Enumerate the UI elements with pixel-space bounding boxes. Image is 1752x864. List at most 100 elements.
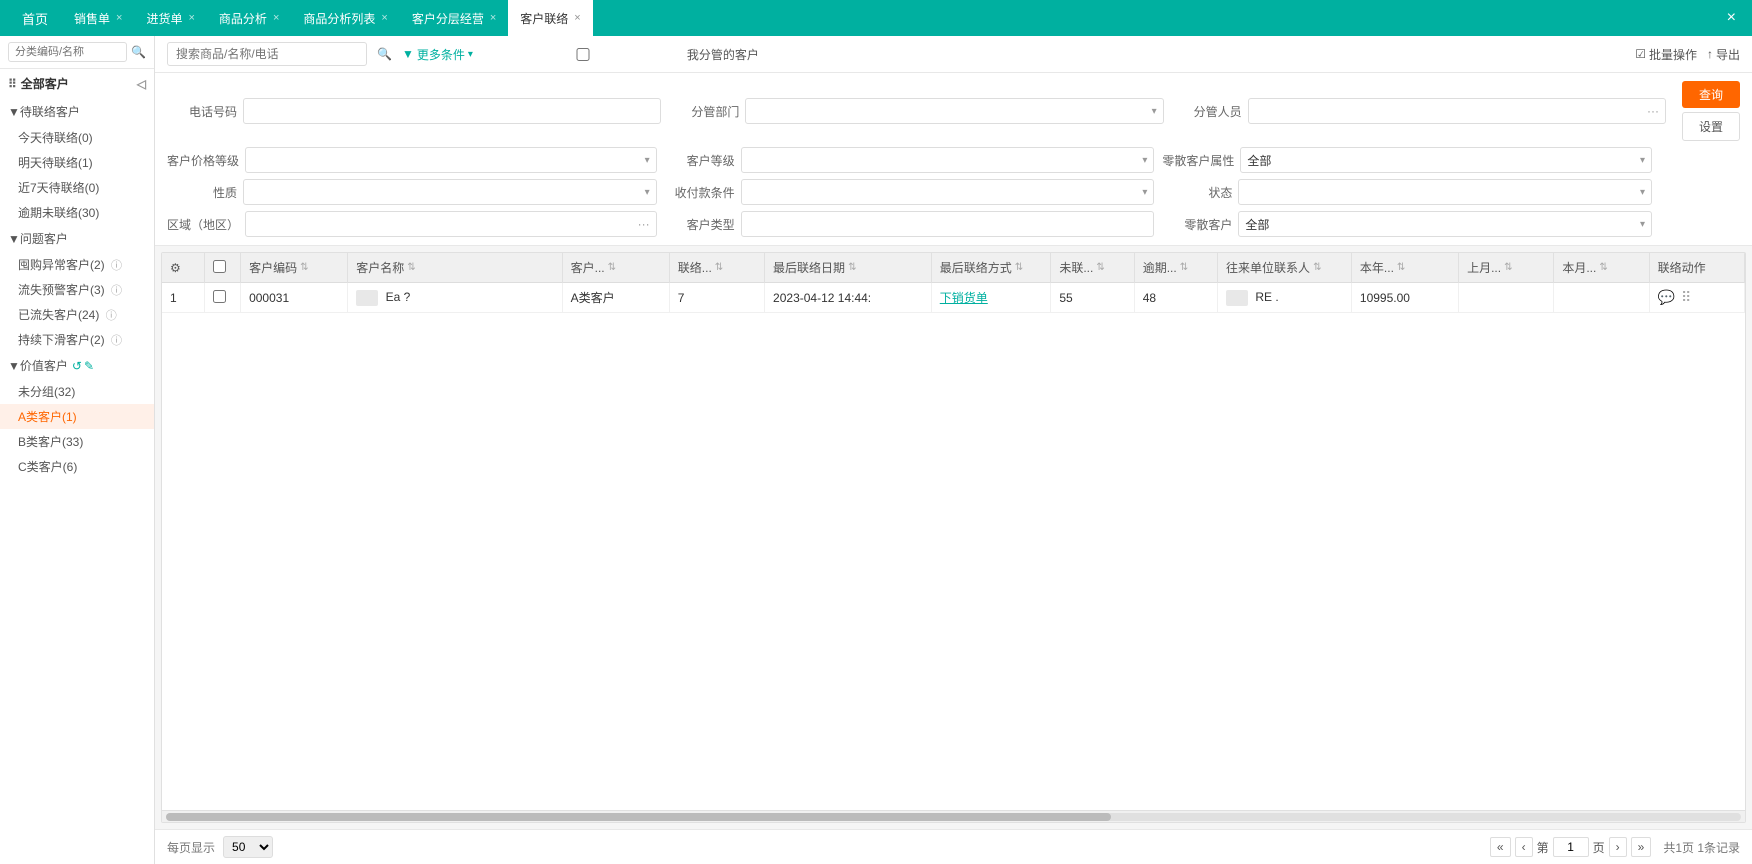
nav-tab-customer-contact[interactable]: 客户联络 × [508, 0, 592, 36]
next-page-btn[interactable]: › [1609, 837, 1627, 857]
col-uncontact[interactable]: 未联... ⇅ [1051, 253, 1134, 283]
action-icons-container: 💬 ⠿ [1658, 289, 1736, 306]
first-page-btn[interactable]: « [1490, 837, 1511, 857]
col-name[interactable]: 客户名称 ⇅ [348, 253, 562, 283]
search-button[interactable]: 🔍 [377, 47, 392, 61]
last-page-btn[interactable]: » [1631, 837, 1652, 857]
scroll-track[interactable] [166, 813, 1741, 821]
total-records-label: 共1页 1条记录 [1663, 839, 1740, 856]
search-input[interactable] [167, 42, 367, 66]
prev-page-btn[interactable]: ‹ [1515, 837, 1533, 857]
info-icon-2: ⓘ [111, 285, 122, 297]
row-check[interactable] [205, 283, 241, 313]
page-number-input[interactable] [1553, 837, 1589, 857]
filter-nature-select[interactable]: ▾ [243, 179, 657, 205]
filter-phone-input[interactable] [243, 98, 661, 124]
scroll-thumb[interactable] [166, 813, 1111, 821]
check-column[interactable] [205, 253, 241, 283]
nav-tab-sales[interactable]: 销售单 × [62, 0, 134, 36]
close-all-tabs[interactable]: × [1719, 9, 1744, 27]
filter-payment-select[interactable]: ▾ [741, 179, 1155, 205]
more-conditions-btn[interactable]: ▼ 更多条件 ▾ [402, 46, 473, 63]
sort-icon-type: ⇅ [608, 262, 616, 273]
page-end-label: 页 [1593, 839, 1605, 856]
sidebar-item-abnormal[interactable]: 囤购异常客户(2) ⓘ [0, 252, 154, 277]
my-customers-input[interactable] [483, 48, 683, 61]
nav-tab-product-list[interactable]: 商品分析列表 × [291, 0, 399, 36]
filter-scatter-attr-select[interactable]: 全部 ▾ [1240, 147, 1652, 173]
filter-status-select[interactable]: ▾ [1238, 179, 1652, 205]
close-tab-customer-contact[interactable]: × [574, 12, 580, 24]
sidebar-item-churn-warning[interactable]: 流失预警客户(3) ⓘ [0, 277, 154, 302]
sidebar-item-class-a[interactable]: A类客户(1) [0, 404, 154, 429]
nav-tab-purchase[interactable]: 进货单 × [134, 0, 206, 36]
filter-customer-type-input[interactable] [741, 211, 1155, 237]
sidebar-item-overdue[interactable]: 逾期未联络(30) [0, 200, 154, 225]
sidebar-search-icon[interactable]: 🔍 [131, 45, 146, 59]
select-all-checkbox[interactable] [213, 260, 226, 273]
refresh-icon[interactable]: ↺ [72, 359, 82, 373]
qr-icon[interactable]: ⠿ [1681, 289, 1691, 306]
sidebar-item-declining[interactable]: 持续下滑客户(2) ⓘ [0, 327, 154, 352]
col-type[interactable]: 客户... ⇅ [562, 253, 669, 283]
group-pending-contact[interactable]: ▼ 待联络客户 [0, 98, 154, 125]
col-last-date[interactable]: 最后联络日期 ⇅ [765, 253, 932, 283]
col-last-way[interactable]: 最后联络方式 ⇅ [931, 253, 1051, 283]
filter-person-input[interactable]: ··· [1248, 98, 1666, 124]
filter-region-input[interactable]: ··· [245, 211, 657, 237]
query-button[interactable]: 查询 [1682, 81, 1740, 108]
gear-column[interactable]: ⚙ [162, 253, 205, 283]
info-icon-3: ⓘ [106, 310, 117, 322]
close-tab-product-analysis[interactable]: × [273, 12, 279, 24]
sidebar-item-class-c[interactable]: C类客户(6) [0, 454, 154, 479]
last-way-link[interactable]: 下销货单 [940, 291, 988, 305]
nav-tab-customer-tier[interactable]: 客户分层经营 × [400, 0, 508, 36]
filter-customer-level-select[interactable]: ▾ [741, 147, 1155, 173]
horizontal-scrollbar[interactable] [162, 810, 1745, 822]
close-tab-sales[interactable]: × [116, 12, 122, 24]
group-value-customers[interactable]: ▼ 价值客户 ↺ ✎ [0, 352, 154, 379]
col-overdue[interactable]: 逾期... ⇅ [1134, 253, 1217, 283]
collapse-icon[interactable]: ◁ [137, 77, 146, 91]
filter-scatter-select[interactable]: 全部 ▾ [1238, 211, 1652, 237]
col-this-month[interactable]: 本月... ⇅ [1554, 253, 1649, 283]
col-contact[interactable]: 联络... ⇅ [669, 253, 764, 283]
chat-icon[interactable]: 💬 [1658, 289, 1675, 306]
main-layout: 🔍 ⠿ 全部客户 ◁ ▼ 待联络客户 今天待联络(0) 明天待联络(1) 近7天… [0, 36, 1752, 864]
col-unit-contact[interactable]: 往来单位联系人 ⇅ [1218, 253, 1352, 283]
nav-tab-product-analysis[interactable]: 商品分析 × [207, 0, 291, 36]
filter-price-level-select[interactable]: ▾ [245, 147, 657, 173]
row-last-way[interactable]: 下销货单 [931, 283, 1051, 313]
export-btn[interactable]: ↑ 导出 [1707, 46, 1740, 63]
row-last-month [1459, 283, 1554, 313]
sort-icon-unit: ⇅ [1313, 262, 1321, 273]
col-action: 联络动作 [1649, 253, 1744, 283]
sidebar-item-today[interactable]: 今天待联络(0) [0, 125, 154, 150]
page-size-select[interactable]: 50 [223, 836, 273, 858]
col-code[interactable]: 客户编码 ⇅ [241, 253, 348, 283]
close-tab-purchase[interactable]: × [188, 12, 194, 24]
sidebar-item-unclassified[interactable]: 未分组(32) [0, 379, 154, 404]
close-tab-product-list[interactable]: × [381, 12, 387, 24]
batch-op-btn[interactable]: ☑ 批量操作 [1635, 46, 1697, 63]
col-last-month[interactable]: 上月... ⇅ [1459, 253, 1554, 283]
chevron-down-icon-4: ▾ [1640, 155, 1645, 166]
sidebar-item-tomorrow[interactable]: 明天待联络(1) [0, 150, 154, 175]
sidebar-item-7days[interactable]: 近7天待联络(0) [0, 175, 154, 200]
my-customers-checkbox[interactable]: 我分管的客户 [483, 46, 759, 63]
settings-button[interactable]: 设置 [1682, 112, 1740, 141]
col-this-year[interactable]: 本年... ⇅ [1351, 253, 1458, 283]
info-icon-1: ⓘ [111, 260, 122, 272]
row-overdue: 48 [1134, 283, 1217, 313]
filter-dept-select[interactable]: ▾ [745, 98, 1163, 124]
group-problem-customers[interactable]: ▼ 问题客户 [0, 225, 154, 252]
edit-icon[interactable]: ✎ [84, 359, 94, 373]
sidebar-item-class-b[interactable]: B类客户(33) [0, 429, 154, 454]
batch-icon: ☑ [1635, 47, 1646, 61]
row-checkbox[interactable] [213, 290, 226, 303]
close-tab-customer-tier[interactable]: × [490, 12, 496, 24]
sidebar-item-churned[interactable]: 已流失客户(24) ⓘ [0, 302, 154, 327]
sidebar-search-input[interactable] [8, 42, 127, 62]
nav-home[interactable]: 首页 [8, 9, 62, 28]
filter-phone-label: 电话号码 [167, 103, 237, 120]
